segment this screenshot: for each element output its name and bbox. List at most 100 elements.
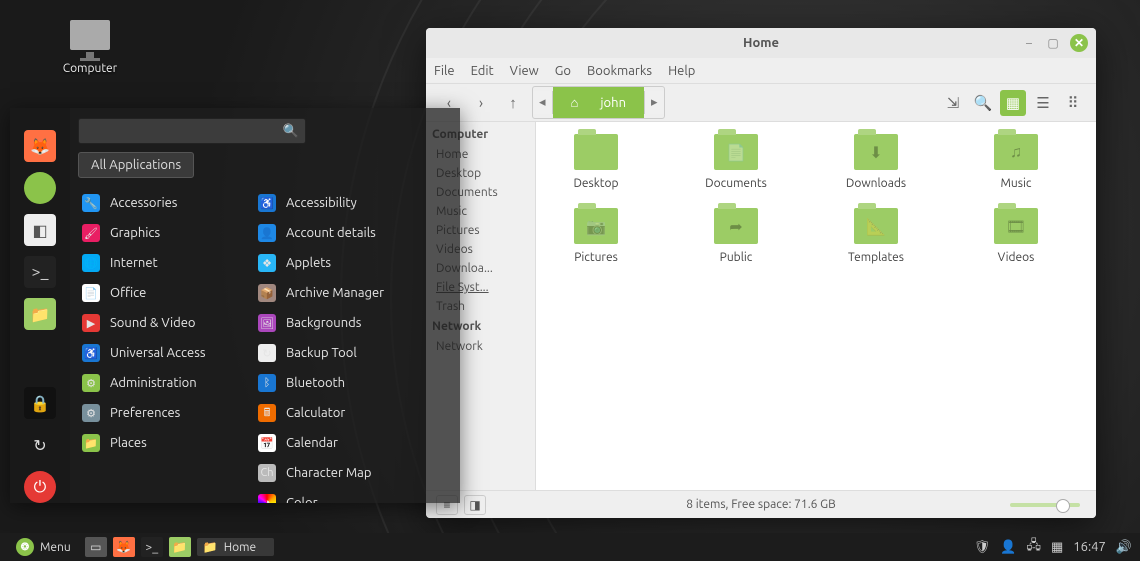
folder-documents[interactable]: 📄Documents <box>696 134 776 190</box>
app-calendar[interactable]: 📅Calendar <box>254 428 424 458</box>
category-icon: 🌐 <box>82 254 100 272</box>
folder-videos[interactable]: 🎞Videos <box>976 208 1056 264</box>
fm-file-grid[interactable]: Desktop 📄Documents ⬇Downloads ♫Music 📷Pictu… <box>536 122 1096 490</box>
folder-desktop[interactable]: Desktop <box>556 134 636 190</box>
path-prev-icon[interactable]: ◂ <box>533 91 553 114</box>
home-icon: ⌂ <box>563 91 587 114</box>
fm-toolbar: ‹ › ↑ ◂ ⌂ john ▸ ⇲ 🔍 ▦ ☰ ⠿ <box>426 84 1096 122</box>
status-sidebar-icon[interactable]: ◨ <box>464 495 486 515</box>
clock[interactable]: 16:47 <box>1073 540 1106 554</box>
path-bar[interactable]: ◂ ⌂ john ▸ <box>532 86 665 119</box>
menu-edit[interactable]: Edit <box>471 64 494 78</box>
category-office[interactable]: 📄Office <box>78 278 248 308</box>
app-color[interactable]: ◑Color <box>254 488 424 503</box>
tray-volume-icon[interactable]: 🔊 <box>1116 540 1132 555</box>
compact-view-button[interactable]: ⠿ <box>1060 90 1086 116</box>
firefox-icon[interactable]: 🦊 <box>24 130 56 162</box>
app-backup-tool[interactable]: ↻Backup Tool <box>254 338 424 368</box>
category-sound-video[interactable]: ▶Sound & Video <box>78 308 248 338</box>
menu-view[interactable]: View <box>510 64 539 78</box>
system-tray: 🛡 👤 🖧 ▦ 16:47 🔊 <box>974 536 1132 558</box>
terminal-icon[interactable]: >_ <box>24 256 56 288</box>
monitor-icon <box>70 20 110 50</box>
lock-icon[interactable]: 🔒 <box>24 387 56 419</box>
menu-button[interactable]: ❂ Menu <box>8 536 79 558</box>
menu-bookmarks[interactable]: Bookmarks <box>587 64 652 78</box>
taskbar-task-home[interactable]: 📁 Home <box>197 538 274 556</box>
category-internet[interactable]: 🌐Internet <box>78 248 248 278</box>
category-icon: 🖌 <box>82 224 100 242</box>
search-input[interactable] <box>85 124 283 138</box>
app-account-details[interactable]: 👤Account details <box>254 218 424 248</box>
forward-button[interactable]: › <box>468 90 494 116</box>
folder-icon: 📄 <box>714 134 758 170</box>
mint-logo-icon: ❂ <box>16 538 34 556</box>
app-icon: ◑ <box>258 494 276 503</box>
logout-icon[interactable]: ↻ <box>24 429 56 461</box>
close-button[interactable]: ✕ <box>1070 34 1088 52</box>
category-preferences[interactable]: ⚙Preferences <box>78 398 248 428</box>
app-backgrounds[interactable]: 🖼Backgrounds <box>254 308 424 338</box>
app-calculator[interactable]: 🖩Calculator <box>254 398 424 428</box>
taskbar-firefox-icon[interactable]: 🦊 <box>113 537 135 557</box>
start-menu: 🦊 ◧ >_ 📁 🔒 ↻ ⏻ 🔍 All Applications 🔧Acces… <box>10 108 460 503</box>
folder-icon: ➦ <box>714 208 758 244</box>
app-icon: ♿ <box>258 194 276 212</box>
folder-icon: 📁 <box>203 540 218 554</box>
fm-titlebar[interactable]: Home – ▢ ✕ <box>426 28 1096 58</box>
taskbar: ❂ Menu ▭ 🦊 >_ 📁 📁 Home 🛡 👤 🖧 ▦ 16:47 🔊 <box>0 533 1140 561</box>
mint-icon[interactable] <box>24 172 56 204</box>
minimize-button[interactable]: – <box>1022 36 1036 50</box>
app-icon: ↻ <box>258 344 276 362</box>
app-bluetooth[interactable]: ᛒBluetooth <box>254 368 424 398</box>
desktop-icon-computer[interactable]: Computer <box>55 20 125 75</box>
tray-shield-icon[interactable]: 🛡 <box>974 540 991 555</box>
menu-file[interactable]: File <box>434 64 455 78</box>
list-view-button[interactable]: ☰ <box>1030 90 1056 116</box>
tray-network-icon[interactable]: 🖧 <box>1026 536 1041 558</box>
up-button[interactable]: ↑ <box>500 90 526 116</box>
app-archive-manager[interactable]: 📦Archive Manager <box>254 278 424 308</box>
path-crumb-home[interactable]: ⌂ john <box>553 87 644 118</box>
folder-music[interactable]: ♫Music <box>976 134 1056 190</box>
maximize-button[interactable]: ▢ <box>1046 36 1060 50</box>
category-graphics[interactable]: 🖌Graphics <box>78 218 248 248</box>
power-icon[interactable]: ⏻ <box>24 471 56 503</box>
category-places[interactable]: 📁Places <box>78 428 248 458</box>
show-desktop-button[interactable]: ▭ <box>85 537 107 557</box>
folder-icon: 🎞 <box>994 208 1038 244</box>
folder-pictures[interactable]: 📷Pictures <box>556 208 636 264</box>
taskbar-files-icon[interactable]: 📁 <box>169 537 191 557</box>
category-icon: ▶ <box>82 314 100 332</box>
search-button[interactable]: 🔍 <box>970 90 996 116</box>
app-icon: ❖ <box>258 254 276 272</box>
menu-favorites-sidebar: 🦊 ◧ >_ 📁 🔒 ↻ ⏻ <box>10 108 70 503</box>
tray-workspace-icon[interactable]: ▦ <box>1051 540 1063 555</box>
icon-view-button[interactable]: ▦ <box>1000 90 1026 116</box>
window-title: Home <box>743 36 779 50</box>
app-accessibility[interactable]: ♿Accessibility <box>254 188 424 218</box>
all-applications-button[interactable]: All Applications <box>78 152 194 178</box>
software-icon[interactable]: ◧ <box>24 214 56 246</box>
location-toggle-icon[interactable]: ⇲ <box>940 90 966 116</box>
path-next-icon[interactable]: ▸ <box>644 91 664 114</box>
app-applets[interactable]: ❖Applets <box>254 248 424 278</box>
desktop-icon-label: Computer <box>63 62 117 75</box>
category-administration[interactable]: ⚙Administration <box>78 368 248 398</box>
folder-downloads[interactable]: ⬇Downloads <box>836 134 916 190</box>
folder-templates[interactable]: 📐Templates <box>836 208 916 264</box>
category-accessories[interactable]: 🔧Accessories <box>78 188 248 218</box>
menu-search[interactable]: 🔍 <box>78 118 306 144</box>
menu-go[interactable]: Go <box>555 64 571 78</box>
app-icon: ᛒ <box>258 374 276 392</box>
folder-public[interactable]: ➦Public <box>696 208 776 264</box>
category-icon: 🔧 <box>82 194 100 212</box>
taskbar-terminal-icon[interactable]: >_ <box>141 537 163 557</box>
folder-icon: ♫ <box>994 134 1038 170</box>
app-character-map[interactable]: ChCharacter Map <box>254 458 424 488</box>
files-icon[interactable]: 📁 <box>24 298 56 330</box>
tray-user-icon[interactable]: 👤 <box>1000 540 1016 555</box>
category-universal-access[interactable]: ♿Universal Access <box>78 338 248 368</box>
menu-help[interactable]: Help <box>668 64 695 78</box>
zoom-slider[interactable] <box>1010 503 1080 507</box>
